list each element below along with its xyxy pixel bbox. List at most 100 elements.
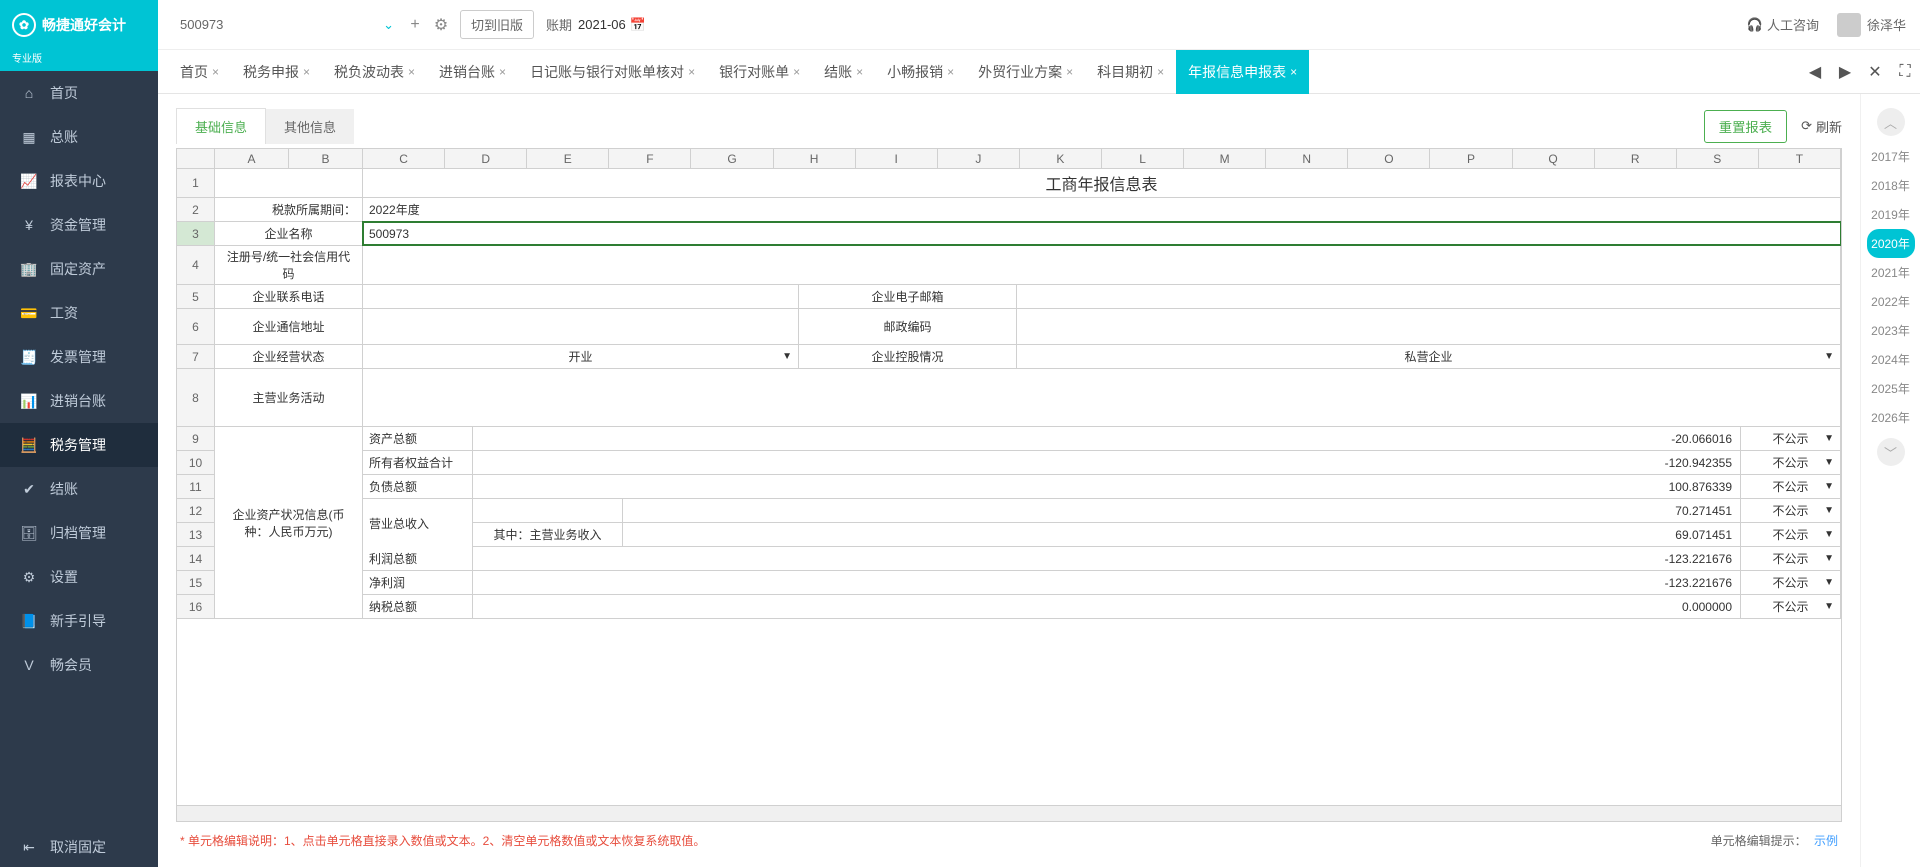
- tab-close-icon[interactable]: ×: [793, 65, 800, 79]
- company-selector[interactable]: 500973 ⌄: [172, 9, 402, 41]
- tab-close-icon[interactable]: ×: [408, 65, 415, 79]
- phone-value-cell[interactable]: [363, 285, 799, 308]
- postcode-value-cell[interactable]: [1017, 309, 1841, 344]
- nav-item-总账[interactable]: ▦总账: [0, 115, 158, 159]
- year-option[interactable]: 2019年: [1861, 200, 1920, 229]
- corner-cell[interactable]: [177, 149, 215, 168]
- col-header[interactable]: F: [609, 149, 691, 168]
- grid-body[interactable]: 1 工商年报信息表 2 税款所属期间： 2022年度 3 企业名称 500973: [177, 169, 1841, 805]
- page-tab[interactable]: 税负波动表×: [322, 50, 427, 94]
- year-option[interactable]: 2025年: [1861, 374, 1920, 403]
- holding-value-cell[interactable]: 私营企业▼: [1017, 345, 1841, 368]
- col-header[interactable]: G: [691, 149, 773, 168]
- asset-row-value[interactable]: 100.876339: [473, 475, 1741, 498]
- year-option[interactable]: 2022年: [1861, 287, 1920, 316]
- unpin-button[interactable]: ⇤ 取消固定: [0, 827, 158, 867]
- col-header[interactable]: O: [1348, 149, 1430, 168]
- page-tab[interactable]: 年报信息申报表×: [1176, 50, 1309, 94]
- row-header[interactable]: 15: [177, 571, 215, 595]
- year-option[interactable]: 2017年: [1861, 142, 1920, 171]
- row-header[interactable]: 3: [177, 222, 215, 245]
- col-header[interactable]: T: [1759, 149, 1841, 168]
- page-tab[interactable]: 首页×: [168, 50, 231, 94]
- row-header[interactable]: 2: [177, 198, 215, 221]
- page-tab[interactable]: 税务申报×: [231, 50, 322, 94]
- asset-row-value[interactable]: 70.271451: [623, 499, 1741, 522]
- col-header[interactable]: H: [774, 149, 856, 168]
- page-tab[interactable]: 银行对账单×: [707, 50, 812, 94]
- col-header[interactable]: A: [215, 149, 289, 168]
- asset-row-publish[interactable]: 不公示▼: [1741, 475, 1841, 498]
- row-header[interactable]: 13: [177, 523, 215, 547]
- consult-button[interactable]: 🎧 人工咨询: [1747, 15, 1819, 34]
- col-header[interactable]: P: [1430, 149, 1512, 168]
- nav-item-设置[interactable]: ⚙设置: [0, 555, 158, 599]
- col-header[interactable]: Q: [1513, 149, 1595, 168]
- col-header[interactable]: C: [363, 149, 445, 168]
- asset-row-publish[interactable]: 不公示▼: [1741, 427, 1841, 450]
- tab-close-icon[interactable]: ×: [1290, 65, 1297, 79]
- asset-row-value[interactable]: -20.066016: [473, 427, 1741, 450]
- col-header[interactable]: L: [1102, 149, 1184, 168]
- tab-close-icon[interactable]: ×: [212, 65, 219, 79]
- add-icon[interactable]: +: [402, 16, 428, 34]
- year-option[interactable]: 2018年: [1861, 171, 1920, 200]
- email-value-cell[interactable]: [1017, 285, 1841, 308]
- calendar-icon[interactable]: 📅: [630, 17, 646, 33]
- row-header[interactable]: 9: [177, 427, 215, 451]
- row-header[interactable]: 1: [177, 169, 215, 197]
- page-tab[interactable]: 日记账与银行对账单核对×: [518, 50, 707, 94]
- col-header[interactable]: K: [1020, 149, 1102, 168]
- regenerate-button[interactable]: 重置报表: [1704, 110, 1787, 143]
- nav-item-归档管理[interactable]: 🗄归档管理: [0, 511, 158, 555]
- period-value-cell[interactable]: 2022年度: [363, 198, 1841, 221]
- row-header[interactable]: 12: [177, 499, 215, 523]
- asset-row-value[interactable]: 69.071451: [623, 523, 1741, 546]
- tab-close-icon[interactable]: ×: [947, 65, 954, 79]
- year-option[interactable]: 2021年: [1861, 258, 1920, 287]
- nav-item-畅会员[interactable]: V畅会员: [0, 643, 158, 687]
- tab-close-icon[interactable]: ×: [1157, 65, 1164, 79]
- nav-item-报表中心[interactable]: 📈报表中心: [0, 159, 158, 203]
- tab-close-icon[interactable]: ×: [303, 65, 310, 79]
- company-value-cell[interactable]: 500973: [363, 222, 1841, 245]
- nav-item-新手引导[interactable]: 📘新手引导: [0, 599, 158, 643]
- status-value-cell[interactable]: 开业▼: [363, 345, 799, 368]
- asset-row-value[interactable]: -123.221676: [473, 571, 1741, 594]
- asset-row-publish[interactable]: 不公示▼: [1741, 571, 1841, 594]
- tab-close-icon[interactable]: ×: [856, 65, 863, 79]
- tab-scroll-right[interactable]: ▶: [1830, 62, 1860, 82]
- row-header[interactable]: 6: [177, 309, 215, 344]
- col-header[interactable]: J: [938, 149, 1020, 168]
- col-header[interactable]: S: [1677, 149, 1759, 168]
- sheet-tab-basic[interactable]: 基础信息: [176, 108, 266, 144]
- page-tab[interactable]: 结账×: [812, 50, 875, 94]
- row-header[interactable]: 7: [177, 345, 215, 368]
- user-menu[interactable]: 徐泽华: [1837, 13, 1906, 37]
- row-header[interactable]: 10: [177, 451, 215, 475]
- year-option[interactable]: 2020年: [1867, 229, 1915, 258]
- h-scrollbar[interactable]: [176, 806, 1842, 822]
- tab-close-icon[interactable]: ×: [499, 65, 506, 79]
- page-tab[interactable]: 科目期初×: [1085, 50, 1176, 94]
- col-header[interactable]: E: [527, 149, 609, 168]
- year-option[interactable]: 2023年: [1861, 316, 1920, 345]
- asset-row-publish[interactable]: 不公示▼: [1741, 451, 1841, 474]
- page-tab[interactable]: 进销台账×: [427, 50, 518, 94]
- row-header[interactable]: 14: [177, 547, 215, 571]
- row-header[interactable]: 8: [177, 369, 215, 426]
- nav-item-发票管理[interactable]: 🧾发票管理: [0, 335, 158, 379]
- nav-item-资金管理[interactable]: ¥资金管理: [0, 203, 158, 247]
- sheet-tab-other[interactable]: 其他信息: [266, 109, 354, 144]
- asset-row-value[interactable]: 0.000000: [473, 595, 1741, 618]
- page-tab[interactable]: 小畅报销×: [875, 50, 966, 94]
- year-up-button[interactable]: ︿: [1877, 108, 1905, 136]
- year-option[interactable]: 2026年: [1861, 403, 1920, 432]
- tab-fullscreen[interactable]: ⛶: [1890, 63, 1920, 81]
- col-header[interactable]: D: [445, 149, 527, 168]
- asset-row-publish[interactable]: 不公示▼: [1741, 523, 1841, 546]
- page-tab[interactable]: 外贸行业方案×: [966, 50, 1085, 94]
- refresh-button[interactable]: ⟳ 刷新: [1801, 117, 1842, 136]
- row-header[interactable]: 5: [177, 285, 215, 308]
- year-down-button[interactable]: ﹀: [1877, 438, 1905, 466]
